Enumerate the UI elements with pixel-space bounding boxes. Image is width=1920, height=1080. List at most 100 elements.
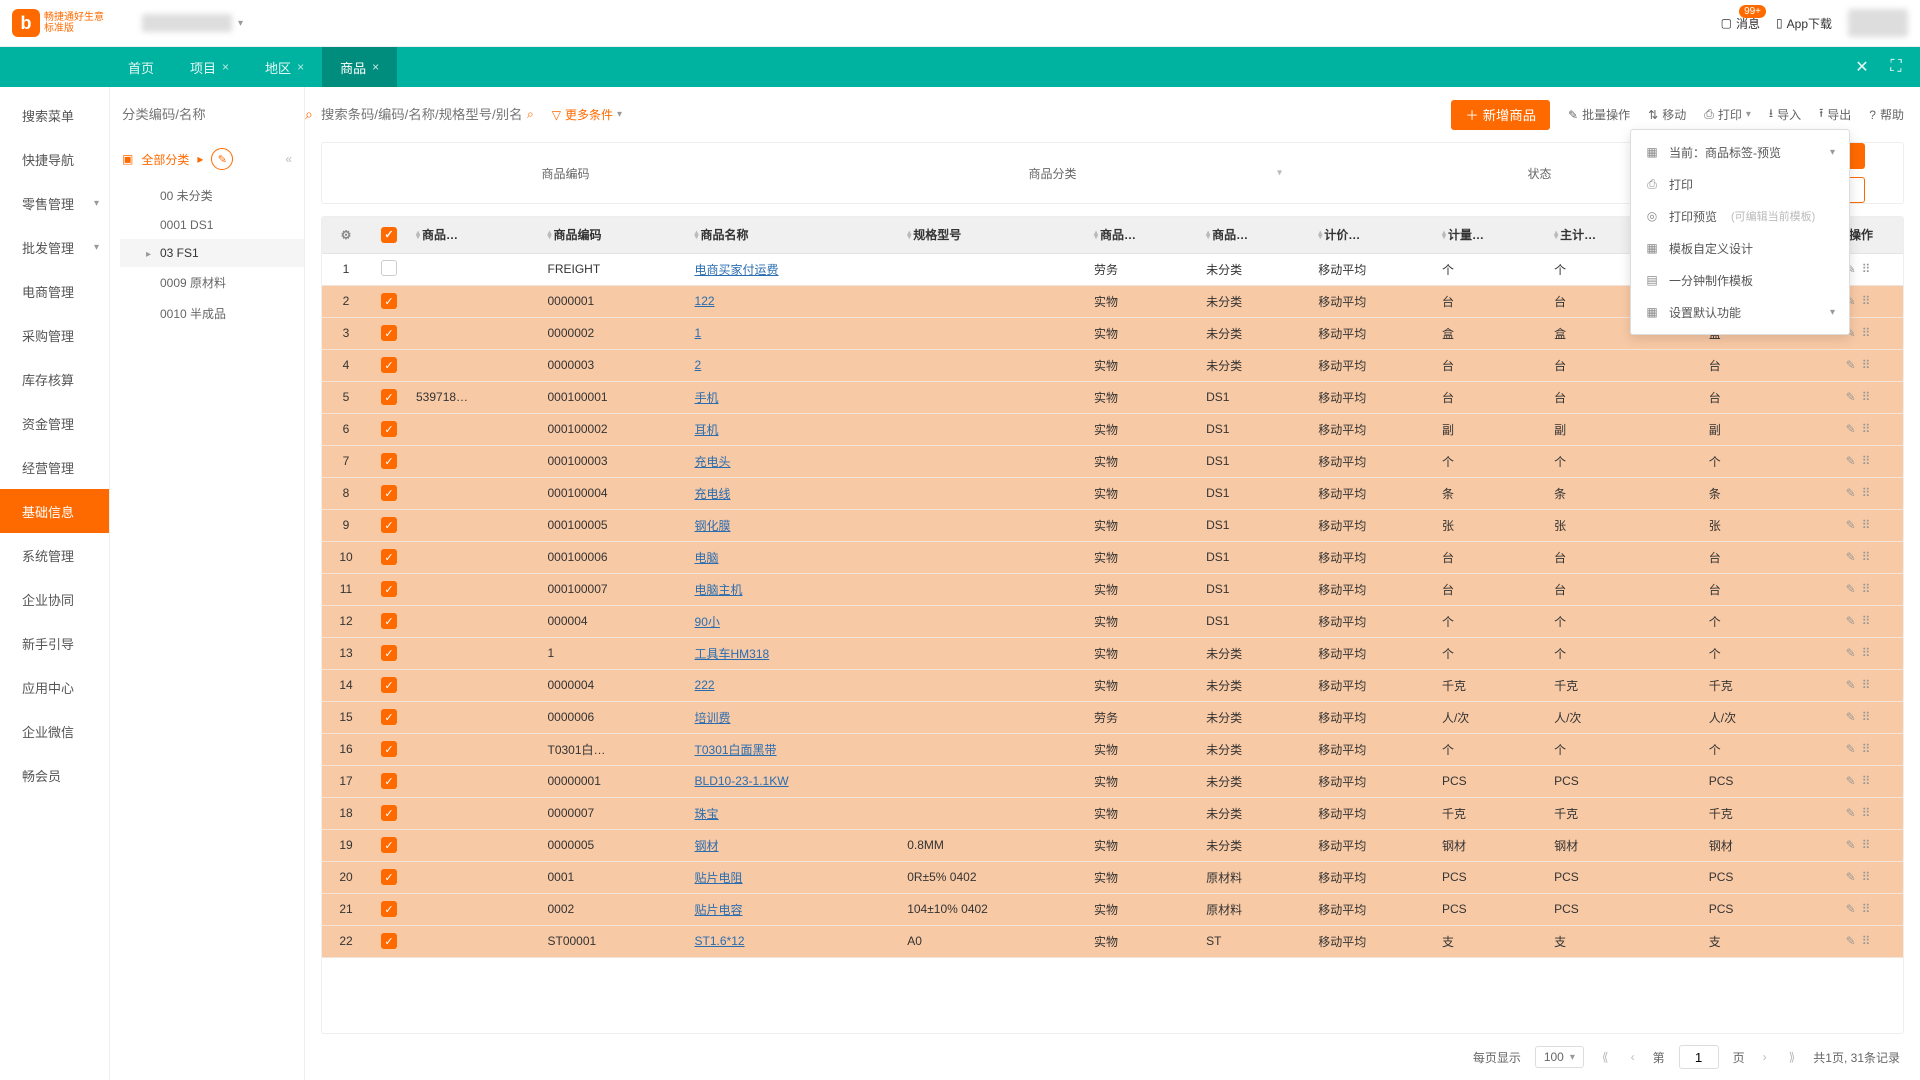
more-row-icon[interactable]: ⠿ [1862,454,1871,468]
row-checkbox[interactable]: ✓ [381,901,397,917]
more-row-icon[interactable]: ⠿ [1862,486,1871,500]
edit-row-icon[interactable]: ✎ [1846,870,1856,884]
row-checkbox[interactable]: ✓ [381,357,397,373]
more-row-icon[interactable]: ⠿ [1862,934,1871,948]
more-row-icon[interactable]: ⠿ [1862,806,1871,820]
edit-row-icon[interactable]: ✎ [1846,742,1856,756]
column-header[interactable]: ▴▾规格型号 [899,217,1086,253]
edit-row-icon[interactable]: ✎ [1846,550,1856,564]
table-row[interactable]: 13✓1工具车HM318实物未分类移动平均个个个✎⠿ [322,637,1903,669]
table-row[interactable]: 10✓000100006电脑实物DS1移动平均台台台✎⠿ [322,541,1903,573]
product-name-link[interactable]: 电商买家付运费 [695,263,779,277]
row-checkbox[interactable]: ✓ [381,485,397,501]
row-checkbox[interactable]: ✓ [381,293,397,309]
help-button[interactable]: ?帮助 [1869,106,1904,123]
more-row-icon[interactable]: ⠿ [1862,262,1871,276]
import-button[interactable]: ⭳导入 [1769,104,1801,125]
user-avatar[interactable] [1848,9,1908,37]
more-row-icon[interactable]: ⠿ [1862,326,1871,340]
edit-tree-button[interactable]: ✎ [211,148,233,170]
row-checkbox[interactable]: ✓ [381,773,397,789]
more-row-icon[interactable]: ⠿ [1862,710,1871,724]
app-download-button[interactable]: ▯ App下载 [1776,15,1832,32]
table-row[interactable]: 19✓0000005钢材0.8MM实物未分类移动平均钢材钢材钢材✎⠿ [322,829,1903,861]
row-checkbox[interactable]: ✓ [381,325,397,341]
dropdown-item[interactable]: ▦模板自定义设计 [1631,232,1849,264]
close-icon[interactable]: × [297,60,304,74]
sidebar-item[interactable]: 经营管理 [0,445,109,489]
select-all-checkbox[interactable]: ✓ [381,227,397,243]
product-name-link[interactable]: 电脑主机 [695,583,743,597]
edit-row-icon[interactable]: ✎ [1846,902,1856,916]
fullscreen-button[interactable]: ⛶ [1882,53,1910,81]
more-row-icon[interactable]: ⠿ [1862,902,1871,916]
more-row-icon[interactable]: ⠿ [1862,614,1871,628]
more-row-icon[interactable]: ⠿ [1862,582,1871,596]
product-name-link[interactable]: 2 [695,358,702,372]
column-header[interactable]: ▴▾商品编码 [540,217,687,253]
row-checkbox[interactable]: ✓ [381,677,397,693]
table-row[interactable]: 7✓000100003充电头实物DS1移动平均个个个✎⠿ [322,445,1903,477]
column-header[interactable]: ▴▾商品… [1086,217,1198,253]
tree-item[interactable]: 0001 DS1 [120,211,304,239]
row-checkbox[interactable]: ✓ [381,933,397,949]
row-checkbox[interactable]: ✓ [381,613,397,629]
column-header[interactable]: ▴▾商品… [408,217,540,253]
row-checkbox[interactable] [381,260,397,276]
edit-row-icon[interactable]: ✎ [1846,934,1856,948]
more-row-icon[interactable]: ⠿ [1862,870,1871,884]
collapse-tree-button[interactable]: « [285,152,292,166]
dropdown-current[interactable]: ▦ 当前：商品标签-预览 ▾ [1631,136,1849,168]
tree-search-input[interactable] [122,101,299,129]
edit-row-icon[interactable]: ✎ [1846,582,1856,596]
next-page-button[interactable]: › [1759,1050,1771,1064]
sidebar-item[interactable]: 企业微信 [0,709,109,753]
more-row-icon[interactable]: ⠿ [1862,550,1871,564]
dropdown-item[interactable]: ⎙打印 [1631,168,1849,200]
sidebar-item[interactable]: 采购管理 [0,313,109,357]
filter-category[interactable]: 商品分类▾ [809,165,1296,182]
product-name-link[interactable]: 耳机 [695,423,719,437]
last-page-button[interactable]: ⟫ [1785,1050,1800,1064]
product-name-link[interactable]: 122 [695,294,715,308]
product-name-link[interactable]: 手机 [695,391,719,405]
product-name-link[interactable]: 钢材 [695,839,719,853]
sidebar-item[interactable]: 畅会员 [0,753,109,797]
org-selector[interactable]: ▾ [142,14,243,32]
product-name-link[interactable]: T0301白面黑带 [695,743,777,757]
row-checkbox[interactable]: ✓ [381,741,397,757]
edit-row-icon[interactable]: ✎ [1846,486,1856,500]
column-header[interactable]: ▴▾计量… [1434,217,1546,253]
table-row[interactable]: 12✓00000490小实物DS1移动平均个个个✎⠿ [322,605,1903,637]
product-name-link[interactable]: ST1.6*12 [695,934,745,948]
product-name-link[interactable]: 珠宝 [695,807,719,821]
sidebar-item[interactable]: 快捷导航 [0,137,109,181]
more-row-icon[interactable]: ⠿ [1862,838,1871,852]
edit-row-icon[interactable]: ✎ [1846,678,1856,692]
product-name-link[interactable]: 充电头 [695,455,731,469]
row-checkbox[interactable]: ✓ [381,581,397,597]
batch-action-button[interactable]: ✎批量操作 [1568,106,1630,123]
edit-row-icon[interactable]: ✎ [1846,646,1856,660]
product-name-link[interactable]: 贴片电阻 [695,871,743,885]
row-checkbox[interactable]: ✓ [381,837,397,853]
row-checkbox[interactable]: ✓ [381,517,397,533]
more-row-icon[interactable]: ⠿ [1862,678,1871,692]
table-row[interactable]: 22✓ST00001ST1.6*12A0实物ST移动平均支支支✎⠿ [322,925,1903,957]
sidebar-item[interactable]: 批发管理▾ [0,225,109,269]
table-row[interactable]: 21✓0002贴片电容104±10% 0402实物原材料移动平均PCSPCSPC… [322,893,1903,925]
row-checkbox[interactable]: ✓ [381,869,397,885]
edit-row-icon[interactable]: ✎ [1846,806,1856,820]
edit-row-icon[interactable]: ✎ [1846,454,1856,468]
sidebar-item[interactable]: 搜索菜单 [0,93,109,137]
filter-code[interactable]: 商品编码 [322,165,809,182]
move-button[interactable]: ⇅移动 [1648,106,1686,123]
gear-icon[interactable]: ⚙ [341,228,352,242]
row-checkbox[interactable]: ✓ [381,421,397,437]
edit-row-icon[interactable]: ✎ [1846,518,1856,532]
row-checkbox[interactable]: ✓ [381,389,397,405]
product-name-link[interactable]: 充电线 [695,487,731,501]
close-icon[interactable]: × [372,60,379,74]
search-icon[interactable]: ⌕ [527,107,534,122]
row-checkbox[interactable]: ✓ [381,645,397,661]
